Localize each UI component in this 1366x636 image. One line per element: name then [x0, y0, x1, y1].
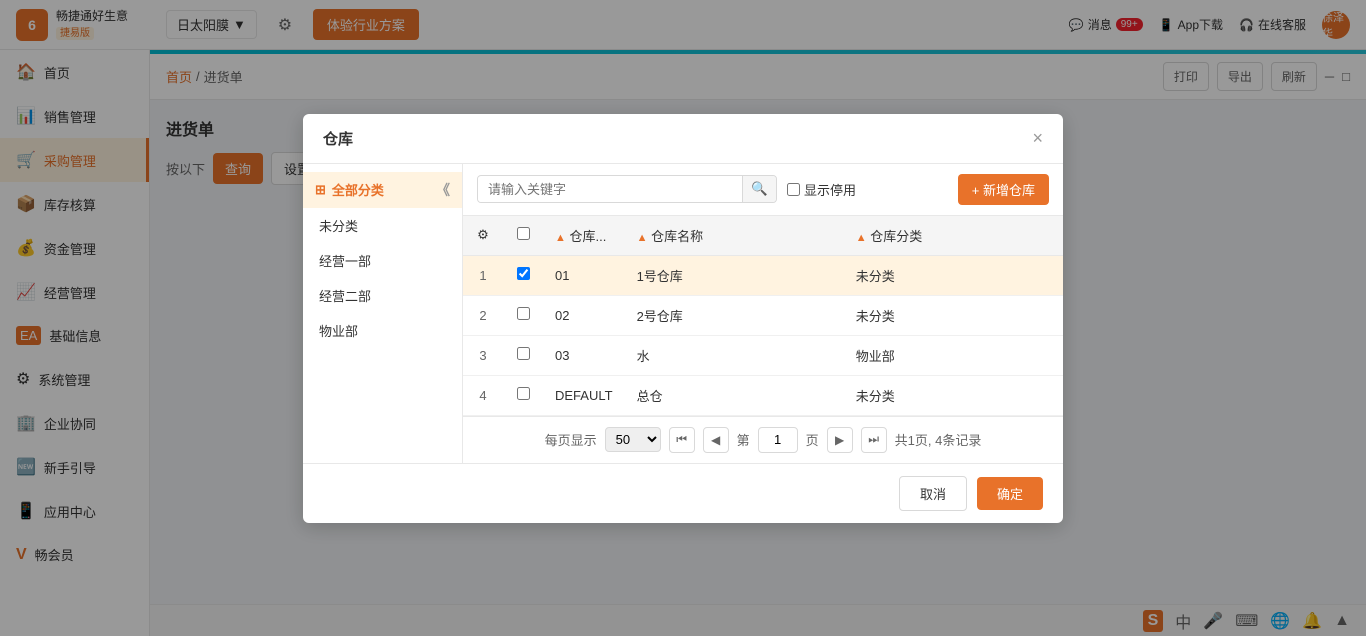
row-checkbox-3[interactable]	[517, 387, 530, 400]
select-all-checkbox[interactable]	[517, 227, 530, 240]
row-code-3: DEFAULT	[543, 375, 625, 415]
table-row[interactable]: 3 03 水 物业部	[463, 335, 1063, 375]
add-warehouse-button[interactable]: + 新增仓库	[958, 174, 1049, 205]
category-sidebar: ⊞ 全部分类 《 未分类 经营一部 经营二部 物业部	[303, 164, 463, 463]
table-row[interactable]: 2 02 2号仓库 未分类	[463, 295, 1063, 335]
th-code: ▲ 仓库...	[543, 216, 625, 256]
first-page-button[interactable]: ⏮	[669, 427, 695, 453]
th-check[interactable]	[503, 216, 543, 256]
last-page-button[interactable]: ⏭	[861, 427, 887, 453]
row-num-2: 3	[463, 335, 503, 375]
row-checkbox-1[interactable]	[517, 307, 530, 320]
modal-body: ⊞ 全部分类 《 未分类 经营一部 经营二部 物业部 🔍	[303, 164, 1063, 463]
category-item-ops2[interactable]: 经营二部	[303, 278, 462, 313]
th-cat: ▲ 仓库分类	[844, 216, 1063, 256]
modal-overlay[interactable]: 仓库 × ⊞ 全部分类 《 未分类 经营一部 经营二部 物业部	[0, 0, 1366, 636]
modal-table: ⚙ ▲ 仓库... ▲	[463, 216, 1063, 416]
row-name-0: 1号仓库	[625, 255, 844, 295]
per-page-select[interactable]: 50 10 20 100	[605, 427, 661, 452]
prev-page-button[interactable]: ◀	[703, 427, 729, 453]
row-cat-2: 物业部	[844, 335, 1063, 375]
page-input[interactable]	[758, 427, 798, 453]
row-cat-3: 未分类	[844, 375, 1063, 415]
modal-title: 仓库	[323, 128, 353, 149]
row-cat-0: 未分类	[844, 255, 1063, 295]
row-checkbox-2[interactable]	[517, 347, 530, 360]
th-gear[interactable]: ⚙	[463, 216, 503, 256]
modal-main: 🔍 显示停用 + 新增仓库 ⚙	[463, 164, 1063, 463]
show-disabled-checkbox[interactable]	[787, 183, 800, 196]
table-header-row: ⚙ ▲ 仓库... ▲	[463, 216, 1063, 256]
row-checkbox-0[interactable]	[517, 267, 530, 280]
sort-icon-name: ▲	[637, 232, 648, 244]
warehouse-modal: 仓库 × ⊞ 全部分类 《 未分类 经营一部 经营二部 物业部	[303, 114, 1063, 523]
pagination: 每页显示 50 10 20 100 ⏮ ◀ 第 页 ▶ ⏭ 共1页, 4条记录	[463, 416, 1063, 463]
search-button[interactable]: 🔍	[742, 176, 776, 202]
category-item-prop[interactable]: 物业部	[303, 313, 462, 348]
show-disabled-label[interactable]: 显示停用	[787, 180, 856, 199]
th-name: ▲ 仓库名称	[625, 216, 844, 256]
collapse-icon[interactable]: 《	[436, 180, 450, 200]
row-code-1: 02	[543, 295, 625, 335]
row-num-3: 4	[463, 375, 503, 415]
row-cat-1: 未分类	[844, 295, 1063, 335]
modal-footer: 取消 确定	[303, 463, 1063, 523]
row-name-3: 总仓	[625, 375, 844, 415]
sort-icon-cat: ▲	[856, 232, 867, 244]
row-num-0: 1	[463, 255, 503, 295]
category-item-ops1[interactable]: 经营一部	[303, 243, 462, 278]
row-code-0: 01	[543, 255, 625, 295]
modal-header: 仓库 ×	[303, 114, 1063, 164]
next-page-button[interactable]: ▶	[827, 427, 853, 453]
sort-icon: ▲	[555, 232, 566, 244]
category-header[interactable]: ⊞ 全部分类 《	[303, 172, 462, 208]
row-num-1: 2	[463, 295, 503, 335]
grid-icon: ⊞	[315, 182, 326, 198]
search-input[interactable]	[478, 177, 742, 202]
table-row[interactable]: 1 01 1号仓库 未分类	[463, 255, 1063, 295]
gear-icon: ⚙	[477, 227, 489, 242]
row-name-2: 水	[625, 335, 844, 375]
row-name-1: 2号仓库	[625, 295, 844, 335]
row-code-2: 03	[543, 335, 625, 375]
table-row[interactable]: 4 DEFAULT 总仓 未分类	[463, 375, 1063, 415]
cancel-button[interactable]: 取消	[899, 476, 967, 511]
search-box: 🔍	[477, 175, 777, 203]
modal-toolbar: 🔍 显示停用 + 新增仓库	[463, 164, 1063, 216]
category-item-uncat[interactable]: 未分类	[303, 208, 462, 243]
modal-close-button[interactable]: ×	[1032, 128, 1043, 149]
confirm-button[interactable]: 确定	[977, 477, 1043, 510]
